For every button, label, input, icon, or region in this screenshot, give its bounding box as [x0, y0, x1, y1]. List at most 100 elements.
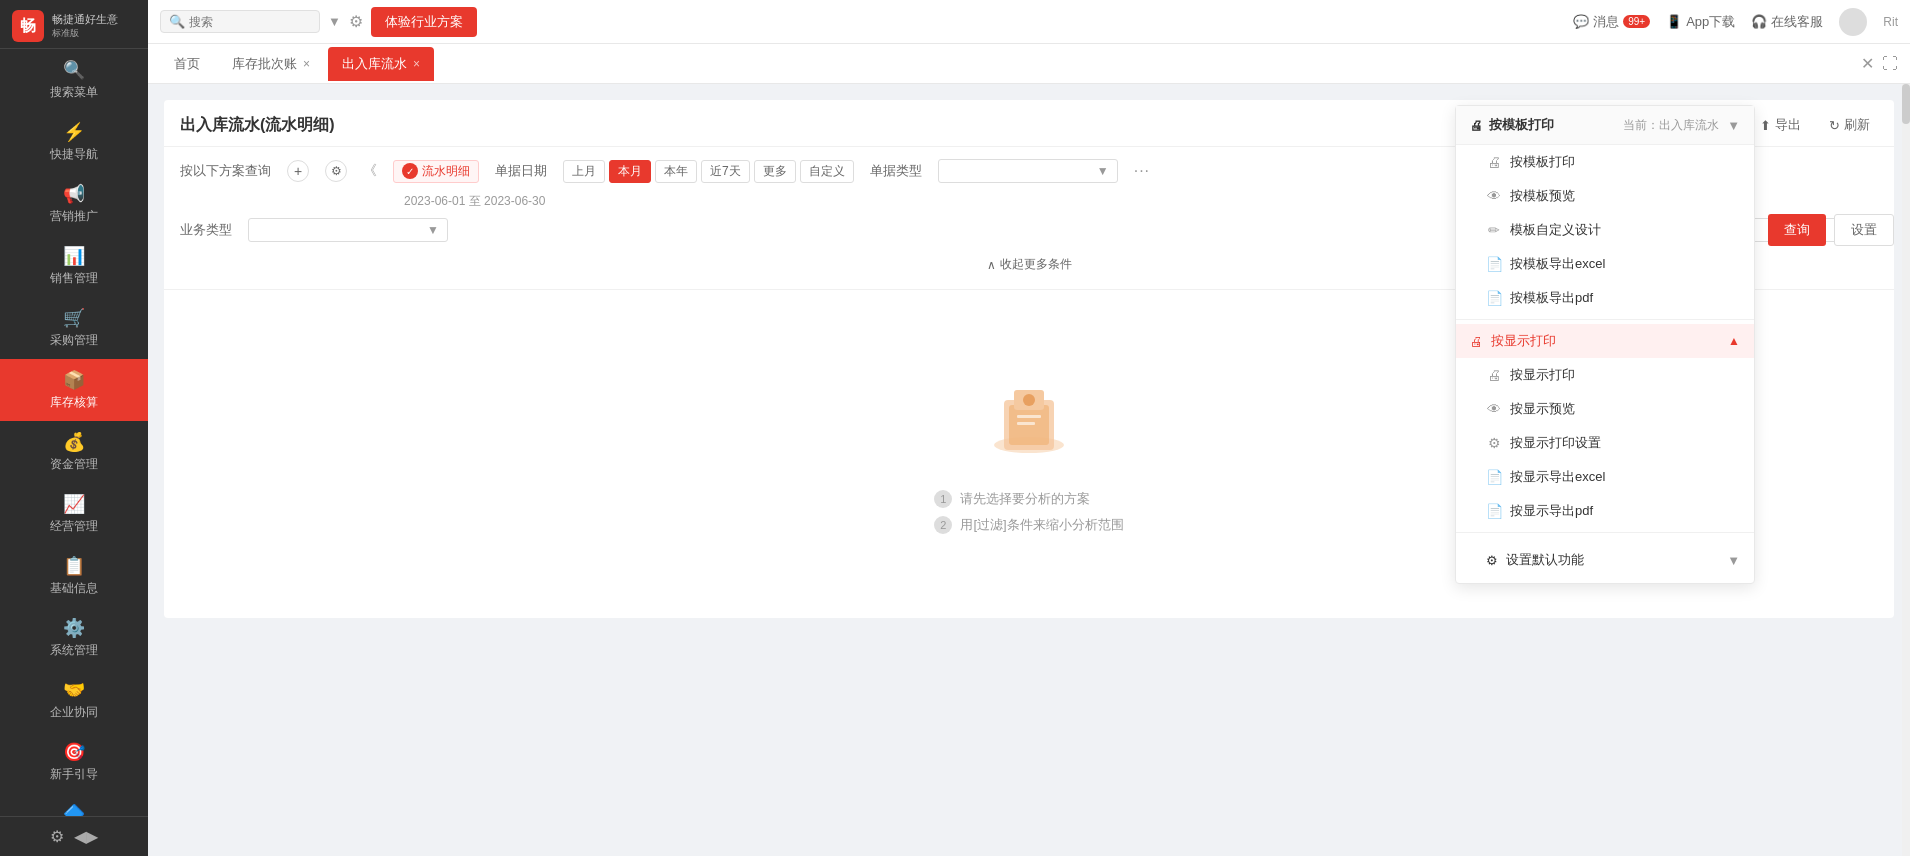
avatar[interactable]: [1839, 8, 1867, 36]
topbar-search-box[interactable]: 🔍: [160, 10, 320, 33]
basic-icon: 📋: [63, 555, 85, 577]
display-settings-icon: ⚙: [1486, 435, 1502, 451]
display-print-icon: 🖨: [1486, 367, 1502, 383]
date-label: 单据日期: [495, 162, 547, 180]
tab2-close-icon[interactable]: ×: [413, 57, 420, 71]
svg-point-4: [1023, 394, 1035, 406]
appcenter-icon: 🔷: [63, 803, 85, 816]
date-range-text: 2023-06-01 至 2023-06-30: [404, 193, 545, 210]
online-service-button[interactable]: 🎧 在线客服: [1751, 13, 1823, 31]
tabs-right-controls: ✕ ⛶: [1861, 54, 1898, 73]
date-last-7days-button[interactable]: 近7天: [701, 160, 750, 183]
sales-label: 销售管理: [50, 270, 98, 287]
filter-add-button[interactable]: +: [287, 160, 309, 182]
sidebar-item-sales[interactable]: 📊 销售管理: [0, 235, 148, 297]
window-maximize-button[interactable]: ⛶: [1882, 55, 1898, 73]
sidebar-item-finance[interactable]: 💰 资金管理: [0, 421, 148, 483]
tab-inventory-batch[interactable]: 库存批次账 ×: [218, 47, 324, 81]
business-type-select[interactable]: ▼: [248, 218, 448, 242]
dropdown-footer-default-func[interactable]: ⚙ 设置默认功能 ▼: [1470, 545, 1740, 575]
dropdown-item-template-preview[interactable]: 👁 按模板预览: [1456, 179, 1754, 213]
date-more-button[interactable]: 更多: [754, 160, 796, 183]
settings-button[interactable]: 设置: [1834, 214, 1894, 246]
operations-label: 经营管理: [50, 518, 98, 535]
date-current-year-button[interactable]: 本年: [655, 160, 697, 183]
app-badge: 标准版: [52, 27, 118, 40]
filter-label: 按以下方案查询: [180, 162, 271, 180]
sidebar-item-cooperation[interactable]: 🤝 企业协同: [0, 669, 148, 731]
search-input[interactable]: [189, 15, 311, 29]
sidebar-item-quicknav[interactable]: ⚡ 快捷导航: [0, 111, 148, 173]
business-type-arrow-icon: ▼: [427, 223, 439, 237]
filter-flow-detail-tag[interactable]: ✓ 流水明细: [393, 160, 479, 183]
dropdown-item-display-export-excel[interactable]: 📄 按显示导出excel: [1456, 460, 1754, 494]
voucher-type-arrow-icon: ▼: [1097, 164, 1109, 178]
quicknav-icon: ⚡: [63, 121, 85, 143]
page-title: 出入库流水(流水明细): [180, 115, 335, 136]
sidebar-item-system[interactable]: ⚙️ 系统管理: [0, 607, 148, 669]
app-download-button[interactable]: 📱 App下载: [1666, 13, 1735, 31]
date-custom-button[interactable]: 自定义: [800, 160, 854, 183]
tab1-close-icon[interactable]: ×: [303, 57, 310, 71]
messages-button[interactable]: 💬 消息 99+: [1573, 13, 1650, 31]
export-icon: ⬆: [1760, 118, 1771, 133]
export-button[interactable]: ⬆ 导出: [1752, 112, 1809, 138]
sidebar-item-inventory[interactable]: 📦 库存核算: [0, 359, 148, 421]
collapse-sidebar-icon[interactable]: ◀▶: [74, 827, 98, 846]
empty-icon: [979, 370, 1079, 470]
tab-home[interactable]: 首页: [160, 47, 214, 81]
filter-collapse-button[interactable]: 《: [363, 162, 377, 180]
date-last-month-button[interactable]: 上月: [563, 160, 605, 183]
dropdown-item-display-preview[interactable]: 👁 按显示预览: [1456, 392, 1754, 426]
sidebar-nav: 🔍 搜索菜单 ⚡ 快捷导航 📢 营销推广 📊 销售管理 🛒 采购管理 📦 库存核…: [0, 49, 148, 816]
dropdown-footer: ⚙ 设置默认功能 ▼: [1456, 537, 1754, 583]
display-preview-icon: 👁: [1486, 401, 1502, 417]
tab-inout-flow[interactable]: 出入库流水 ×: [328, 47, 434, 81]
search-icon: 🔍: [63, 59, 85, 81]
empty-step-2: 2 用[过滤]条件来缩小分析范围: [934, 512, 1123, 538]
voucher-type-select[interactable]: ▼: [938, 159, 1118, 183]
svg-rect-5: [1017, 415, 1041, 418]
filter-settings-button[interactable]: ⚙: [325, 160, 347, 182]
dropdown-item-display-export-pdf[interactable]: 📄 按显示导出pdf: [1456, 494, 1754, 528]
dropdown-item-template-design[interactable]: ✏ 模板自定义设计: [1456, 213, 1754, 247]
window-close-button[interactable]: ✕: [1861, 54, 1874, 73]
industry-solution-button[interactable]: 体验行业方案: [371, 7, 477, 37]
dropdown-item-template-print[interactable]: 🖨 按模板打印: [1456, 145, 1754, 179]
search-icon: 🔍: [169, 14, 185, 29]
dropdown-item-display-settings[interactable]: ⚙ 按显示打印设置: [1456, 426, 1754, 460]
sidebar-item-purchase[interactable]: 🛒 采购管理: [0, 297, 148, 359]
flow-detail-icon: ✓: [402, 163, 418, 179]
date-current-month-button[interactable]: 本月: [609, 160, 651, 183]
sidebar-item-search[interactable]: 🔍 搜索菜单: [0, 49, 148, 111]
dropdown-item-template-export-pdf[interactable]: 📄 按模板导出pdf: [1456, 281, 1754, 315]
dropdown-header-arrow-icon[interactable]: ▼: [1727, 118, 1740, 133]
settings-icon[interactable]: ⚙: [50, 827, 64, 846]
sidebar-item-marketing[interactable]: 📢 营销推广: [0, 173, 148, 235]
sidebar-item-basic[interactable]: 📋 基础信息: [0, 545, 148, 607]
message-icon: 💬: [1573, 14, 1589, 29]
topbar-gear-icon[interactable]: ⚙: [349, 12, 363, 31]
scrollbar-thumb[interactable]: [1902, 84, 1910, 124]
template-preview-icon: 👁: [1486, 188, 1502, 204]
search-dropdown-arrow[interactable]: ▼: [328, 14, 341, 29]
dropdown-item-display-print[interactable]: 🖨 按显示打印: [1456, 358, 1754, 392]
display-pdf-icon: 📄: [1486, 503, 1502, 519]
svg-rect-6: [1017, 422, 1035, 425]
current-template-label: 当前：出入库流水: [1623, 117, 1719, 134]
dropdown-item-template-export-excel[interactable]: 📄 按模板导出excel: [1456, 247, 1754, 281]
sidebar-item-operations[interactable]: 📈 经营管理: [0, 483, 148, 545]
section2-arrow-icon[interactable]: ▲: [1728, 334, 1740, 348]
refresh-button[interactable]: ↻ 刷新: [1821, 112, 1878, 138]
sidebar-item-appcenter[interactable]: 🔷 应用中心: [0, 793, 148, 816]
purchase-label: 采购管理: [50, 332, 98, 349]
voucher-type-more-icon[interactable]: ···: [1134, 162, 1150, 180]
template-pdf-icon: 📄: [1486, 290, 1502, 306]
app-title: 畅捷通好生意: [52, 12, 118, 27]
purchase-icon: 🛒: [63, 307, 85, 329]
query-button[interactable]: 查询: [1768, 214, 1826, 246]
dropdown-section2-header[interactable]: 🖨 按显示打印 ▲: [1456, 324, 1754, 358]
template-design-icon: ✏: [1486, 222, 1502, 238]
scrollbar-right[interactable]: [1902, 84, 1910, 856]
sidebar-item-guide[interactable]: 🎯 新手引导: [0, 731, 148, 793]
